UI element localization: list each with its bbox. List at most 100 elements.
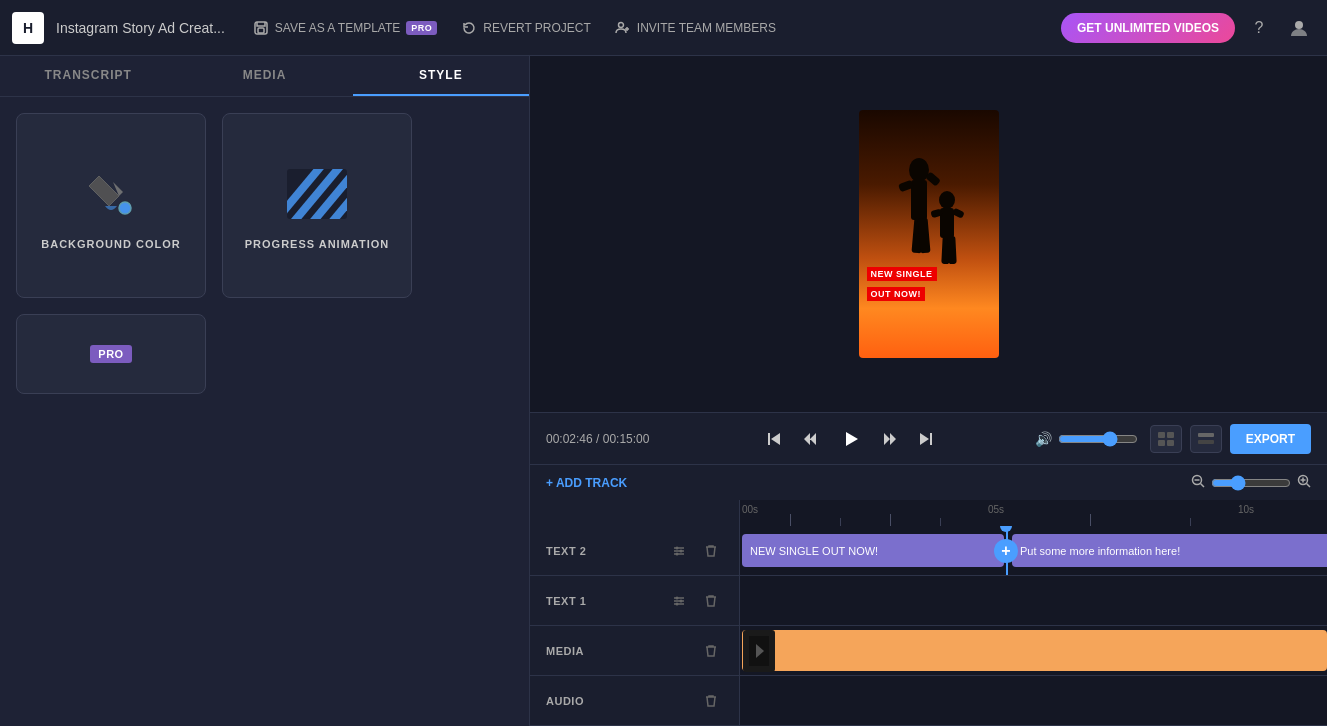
pro-card-badge: PRO bbox=[90, 345, 131, 363]
style-card-background-color[interactable]: BACKGROUND COLOR bbox=[16, 113, 206, 298]
tab-media[interactable]: MEDIA bbox=[176, 56, 352, 96]
svg-point-48 bbox=[676, 596, 679, 599]
clip-media-1[interactable] bbox=[742, 630, 1327, 671]
rewind-button[interactable] bbox=[796, 425, 824, 453]
progress-animation-label: PROGRESS ANIMATION bbox=[245, 238, 390, 250]
track-delete-media-button[interactable] bbox=[699, 639, 723, 663]
progress-animation-svg bbox=[287, 169, 347, 219]
playhead-add-button[interactable]: + bbox=[994, 539, 1018, 563]
svg-point-3 bbox=[1295, 21, 1303, 29]
skip-to-start-button[interactable] bbox=[760, 425, 788, 453]
svg-line-38 bbox=[1307, 484, 1311, 488]
preview-text-line1: NEW SINGLE bbox=[867, 267, 937, 281]
timeline-toolbar: + ADD TRACK bbox=[530, 464, 1327, 500]
right-panel: NEW SINGLE OUT NOW! 00:02:46 / 00:15:00 bbox=[530, 56, 1327, 726]
invite-team-button[interactable]: INVITE TEAM MEMBERS bbox=[607, 16, 784, 40]
svg-rect-26 bbox=[1158, 432, 1165, 438]
tab-style[interactable]: STYLE bbox=[353, 56, 529, 96]
preview-frame: NEW SINGLE OUT NOW! bbox=[859, 110, 999, 358]
ruler-label-5s: 05s bbox=[988, 504, 1004, 515]
playback-controls bbox=[678, 421, 1023, 457]
ruler-tick-4 bbox=[940, 518, 941, 526]
help-button[interactable]: ? bbox=[1243, 12, 1275, 44]
tabs: TRANSCRIPT MEDIA STYLE bbox=[0, 56, 529, 97]
ruler-tick-3 bbox=[890, 514, 891, 526]
playhead-diamond bbox=[1000, 526, 1012, 532]
svg-rect-28 bbox=[1158, 440, 1165, 446]
fast-forward-button[interactable] bbox=[876, 425, 904, 453]
current-time: 00:02:46 bbox=[546, 432, 593, 446]
trash-icon-audio bbox=[705, 694, 717, 708]
track-content-text2: + NEW SINGLE OUT NOW! Put some more info… bbox=[740, 526, 1327, 575]
skip-start-icon bbox=[767, 432, 781, 446]
trash-icon-text1 bbox=[705, 594, 717, 608]
skip-to-end-button[interactable] bbox=[912, 425, 940, 453]
app-logo: H bbox=[12, 12, 44, 44]
style-card-progress-animation[interactable]: PROGRESS ANIMATION bbox=[222, 113, 412, 298]
track-label-audio: AUDIO bbox=[530, 676, 740, 725]
view-mode-button[interactable] bbox=[1190, 425, 1222, 453]
ruler-tick-1 bbox=[790, 514, 791, 526]
svg-point-2 bbox=[618, 22, 623, 27]
svg-point-12 bbox=[909, 158, 929, 182]
svg-rect-24 bbox=[768, 433, 770, 445]
timeline-tracks: TEXT 2 bbox=[530, 526, 1327, 726]
svg-rect-23 bbox=[947, 236, 956, 264]
svg-point-4 bbox=[119, 202, 131, 214]
background-color-icon bbox=[79, 162, 143, 226]
revert-project-button[interactable]: REVERT PROJECT bbox=[453, 16, 599, 40]
svg-rect-29 bbox=[1167, 440, 1174, 446]
track-content-media bbox=[740, 626, 1327, 675]
ruler-tick-5 bbox=[1090, 514, 1091, 526]
track-settings-text1-button[interactable] bbox=[667, 589, 691, 613]
svg-rect-19 bbox=[940, 208, 954, 238]
ruler-tick-6 bbox=[1190, 518, 1191, 526]
zoom-out-button[interactable] bbox=[1191, 474, 1205, 491]
track-delete-text1-button[interactable] bbox=[699, 589, 723, 613]
skip-end-icon bbox=[919, 432, 933, 446]
view-fit-button[interactable] bbox=[1150, 425, 1182, 453]
save-template-icon bbox=[253, 20, 269, 36]
track-content-text1 bbox=[740, 576, 1327, 625]
topbar-actions: SAVE AS A TEMPLATE PRO REVERT PROJECT IN… bbox=[245, 16, 1049, 40]
revert-icon bbox=[461, 20, 477, 36]
clip-text-2[interactable]: Put some more information here! bbox=[1012, 534, 1327, 567]
zoom-in-button[interactable] bbox=[1297, 474, 1311, 491]
invite-icon bbox=[615, 20, 631, 36]
svg-point-44 bbox=[676, 552, 679, 555]
total-time: 00:15:00 bbox=[603, 432, 650, 446]
export-button[interactable]: EXPORT bbox=[1230, 424, 1311, 454]
style-card-pro[interactable]: PRO bbox=[16, 314, 206, 394]
svg-rect-27 bbox=[1167, 432, 1174, 438]
zoom-out-icon bbox=[1191, 474, 1205, 488]
ruler-tick-2 bbox=[840, 518, 841, 526]
zoom-slider[interactable] bbox=[1211, 475, 1291, 491]
track-delete-audio-button[interactable] bbox=[699, 689, 723, 713]
media-thumb-icon bbox=[749, 636, 769, 666]
profile-button[interactable] bbox=[1283, 12, 1315, 44]
topbar-right: GET UNLIMITED VIDEOS ? bbox=[1061, 12, 1315, 44]
background-color-label: BACKGROUND COLOR bbox=[41, 238, 180, 250]
track-delete-text2-button[interactable] bbox=[699, 539, 723, 563]
clip-text-1[interactable]: NEW SINGLE OUT NOW! bbox=[742, 534, 1004, 567]
track-content-audio bbox=[740, 676, 1327, 725]
volume-slider[interactable] bbox=[1058, 431, 1138, 447]
track-name-audio: AUDIO bbox=[546, 695, 691, 707]
play-pause-button[interactable] bbox=[832, 421, 868, 457]
save-template-button[interactable]: SAVE AS A TEMPLATE PRO bbox=[245, 16, 445, 40]
settings-icon bbox=[672, 544, 686, 558]
volume-icon: 🔊 bbox=[1035, 431, 1052, 447]
playhead-line: + bbox=[1006, 526, 1008, 575]
track-label-text1: TEXT 1 bbox=[530, 576, 740, 625]
track-settings-text2-button[interactable] bbox=[667, 539, 691, 563]
ruler-scale-inner: 00s 05s 10s bbox=[740, 500, 1327, 526]
tab-transcript[interactable]: TRANSCRIPT bbox=[0, 56, 176, 96]
svg-point-50 bbox=[676, 602, 679, 605]
add-track-button[interactable]: + ADD TRACK bbox=[546, 476, 627, 490]
svg-rect-13 bbox=[911, 180, 927, 220]
get-unlimited-button[interactable]: GET UNLIMITED VIDEOS bbox=[1061, 13, 1235, 43]
svg-line-34 bbox=[1201, 484, 1205, 488]
topbar: H Instagram Story Ad Creat... SAVE AS A … bbox=[0, 0, 1327, 56]
left-panel: TRANSCRIPT MEDIA STYLE bbox=[0, 56, 530, 726]
trash-icon bbox=[705, 544, 717, 558]
